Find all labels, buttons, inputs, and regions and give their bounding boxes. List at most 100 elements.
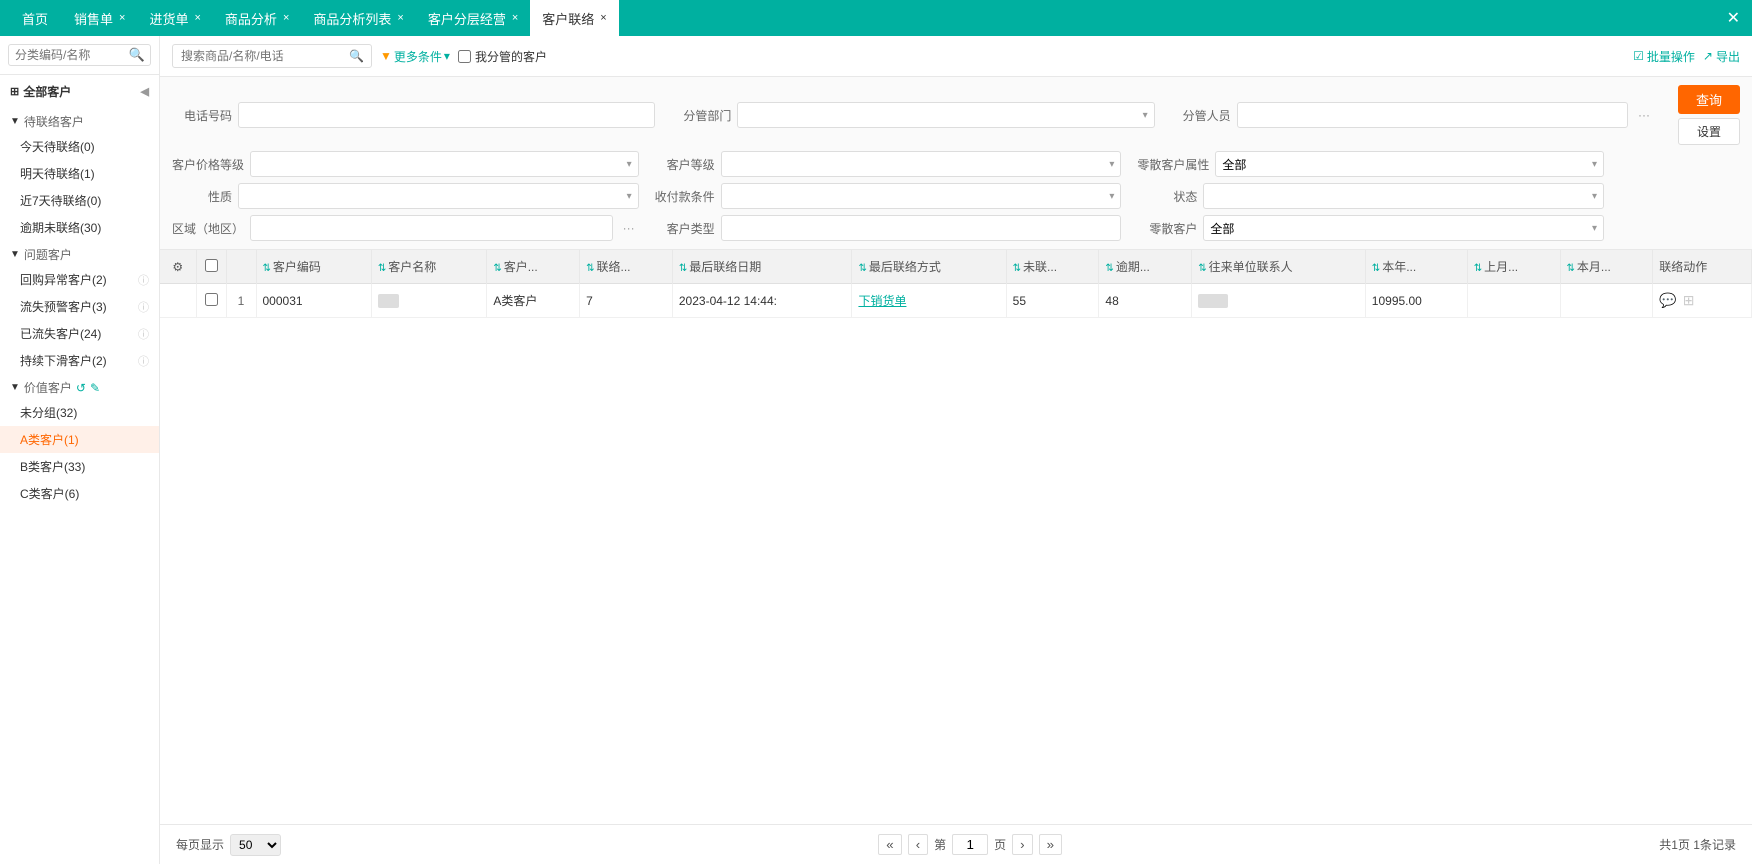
sidebar-item-churned[interactable]: 已流失客户(24) ⓘ [0, 320, 159, 347]
all-customers-header[interactable]: ⊞ 全部客户 ◀ [0, 75, 159, 108]
sidebar-item-overdue[interactable]: 逾期未联络(30) [0, 214, 159, 241]
customer-type-input[interactable] [721, 215, 1122, 241]
col-uncontacted[interactable]: 未联... [1006, 250, 1099, 284]
col-this-month[interactable]: 本月... [1560, 250, 1653, 284]
page-size-dropdown[interactable]: 50 10 20 100 [230, 834, 281, 856]
query-button[interactable]: 查询 [1678, 85, 1740, 114]
help-icon-repurchase: ⓘ [138, 272, 149, 288]
value-refresh-icon[interactable]: ↺ [76, 381, 86, 395]
col-overdue[interactable]: 逾期... [1099, 250, 1192, 284]
sidebar-item-churn-warning[interactable]: 流失预警客户(3) ⓘ [0, 293, 159, 320]
nav-tab-product-list[interactable]: 商品分析列表 × [301, 0, 415, 36]
sidebar-item-repurchase[interactable]: 回购异常客户(2) ⓘ [0, 266, 159, 293]
close-product-list-tab[interactable]: × [397, 12, 403, 24]
row-customer-type-cell: A类客户 [487, 284, 580, 318]
filter-search-icon: 🔍 [349, 49, 364, 63]
qr-icon[interactable]: ⊞ [1683, 292, 1695, 309]
page-input[interactable] [952, 834, 988, 855]
nature-select[interactable]: ▾ [238, 183, 639, 209]
sidebar-item-tomorrow[interactable]: 明天待联络(1) [0, 160, 159, 187]
region-dots[interactable]: ··· [619, 221, 639, 235]
filter-status: 状态 ▾ [1137, 183, 1604, 209]
filter-row-3: 性质 ▾ 收付款条件 ▾ 状态 [172, 183, 1740, 209]
close-customer-contact-tab[interactable]: × [600, 12, 606, 24]
row-last-contact-method-cell[interactable]: 下销货单 [852, 284, 1006, 318]
nav-home[interactable]: 首页 [8, 0, 62, 36]
person-input[interactable] [1237, 102, 1628, 128]
nav-tab-product-analysis[interactable]: 商品分析 × [213, 0, 301, 36]
close-sales-tab[interactable]: × [119, 12, 125, 24]
nav-tab-purchase[interactable]: 进货单 × [137, 0, 212, 36]
comment-icon[interactable]: 💬 [1659, 292, 1676, 309]
nav-tab-customer-tier[interactable]: 客户分层经营 × [416, 0, 530, 36]
col-customer-type[interactable]: 客户... [487, 250, 580, 284]
export-btn[interactable]: ↗ 导出 [1703, 48, 1740, 65]
col-unit-contact[interactable]: 往来单位联系人 [1192, 250, 1366, 284]
prev-page-btn[interactable]: ‹ [908, 834, 928, 855]
col-last-month[interactable]: 上月... [1467, 250, 1560, 284]
row-gear-cell [160, 284, 196, 318]
row-customer-code-cell: 000031 [256, 284, 371, 318]
filter-retail-customer: 零散客户 全部 ▾ [1137, 215, 1604, 241]
close-purchase-tab[interactable]: × [194, 12, 200, 24]
sidebar-item-declining[interactable]: 持续下滑客户(2) ⓘ [0, 347, 159, 374]
row-uncontacted-cell: 55 [1006, 284, 1099, 318]
more-conditions-btn[interactable]: ▼ 更多条件 ▾ [380, 48, 450, 65]
payment-select[interactable]: ▾ [721, 183, 1122, 209]
col-customer-name[interactable]: 客户名称 [371, 250, 486, 284]
retail-customer-select[interactable]: 全部 ▾ [1203, 215, 1604, 241]
page-unit: 页 [994, 836, 1006, 853]
sidebar-item-b-class[interactable]: B类客户(33) [0, 453, 159, 480]
sidebar-item-ungrouped[interactable]: 未分组(32) [0, 399, 159, 426]
first-page-btn[interactable]: « [878, 834, 901, 855]
col-contact-count[interactable]: 联络... [580, 250, 673, 284]
gear-icon[interactable]: ⚙ [172, 260, 183, 274]
close-customer-tier-tab[interactable]: × [512, 12, 518, 24]
section-arrow-value: ▼ [10, 382, 20, 393]
col-last-contact-method[interactable]: 最后联络方式 [852, 250, 1006, 284]
sidebar-item-a-class[interactable]: A类客户(1) [0, 426, 159, 453]
person-dots[interactable]: ··· [1634, 108, 1654, 122]
col-customer-code[interactable]: 客户编码 [256, 250, 371, 284]
sidebar-item-week[interactable]: 近7天待联络(0) [0, 187, 159, 214]
sidebar-item-today[interactable]: 今天待联络(0) [0, 133, 159, 160]
filter-payment: 收付款条件 ▾ [655, 183, 1122, 209]
customer-level-select[interactable]: ▾ [721, 151, 1122, 177]
help-icon-declining: ⓘ [138, 353, 149, 369]
filter-search-input[interactable] [172, 44, 372, 68]
nav-tab-sales[interactable]: 销售单 × [62, 0, 137, 36]
last-page-btn[interactable]: » [1039, 834, 1062, 855]
phone-input[interactable] [238, 102, 655, 128]
unit-contact-blurred: RE . [1198, 294, 1228, 308]
close-product-analysis-tab[interactable]: × [283, 12, 289, 24]
select-all-checkbox[interactable] [205, 259, 218, 272]
nav-tab-customer-contact[interactable]: 客户联络 × [530, 0, 618, 36]
filter-row-2: 客户价格等级 ▾ 客户等级 ▾ 零散客户属性 全部 [172, 151, 1740, 177]
last-contact-method-link[interactable]: 下销货单 [858, 294, 906, 308]
table-header-row: ⚙ 客户编码 客户名称 客户... 联络... 最后联络日期 最后联络方式 未联… [160, 250, 1752, 284]
dept-select[interactable]: ▾ [737, 102, 1154, 128]
col-gear[interactable]: ⚙ [160, 250, 196, 284]
row-last-month-cell [1467, 284, 1560, 318]
row-checkbox[interactable] [205, 293, 218, 306]
next-page-btn[interactable]: › [1012, 834, 1032, 855]
status-select[interactable]: ▾ [1203, 183, 1604, 209]
settings-button[interactable]: 设置 [1678, 118, 1740, 145]
price-level-select[interactable]: ▾ [250, 151, 639, 177]
sidebar-item-c-class[interactable]: C类客户(6) [0, 480, 159, 507]
row-customer-name-cell: Ea [371, 284, 486, 318]
my-customers-checkbox[interactable]: 我分管的客户 [458, 48, 547, 65]
my-customers-check[interactable] [458, 50, 471, 63]
row-this-year-cell: 10995.00 [1365, 284, 1467, 318]
row-overdue-cell: 48 [1099, 284, 1192, 318]
value-edit-icon[interactable]: ✎ [90, 381, 100, 395]
region-input[interactable] [250, 215, 613, 241]
col-num [226, 250, 256, 284]
window-close-icon[interactable]: ✕ [1727, 8, 1740, 28]
sidebar-collapse-icon[interactable]: ◀ [141, 85, 149, 98]
action-icons: 💬 ⊞ [1659, 292, 1745, 309]
col-this-year[interactable]: 本年... [1365, 250, 1467, 284]
bulk-operation-btn[interactable]: ☑ 批量操作 [1633, 48, 1695, 65]
col-last-contact-date[interactable]: 最后联络日期 [672, 250, 852, 284]
retail-attr-select[interactable]: 全部 ▾ [1215, 151, 1604, 177]
